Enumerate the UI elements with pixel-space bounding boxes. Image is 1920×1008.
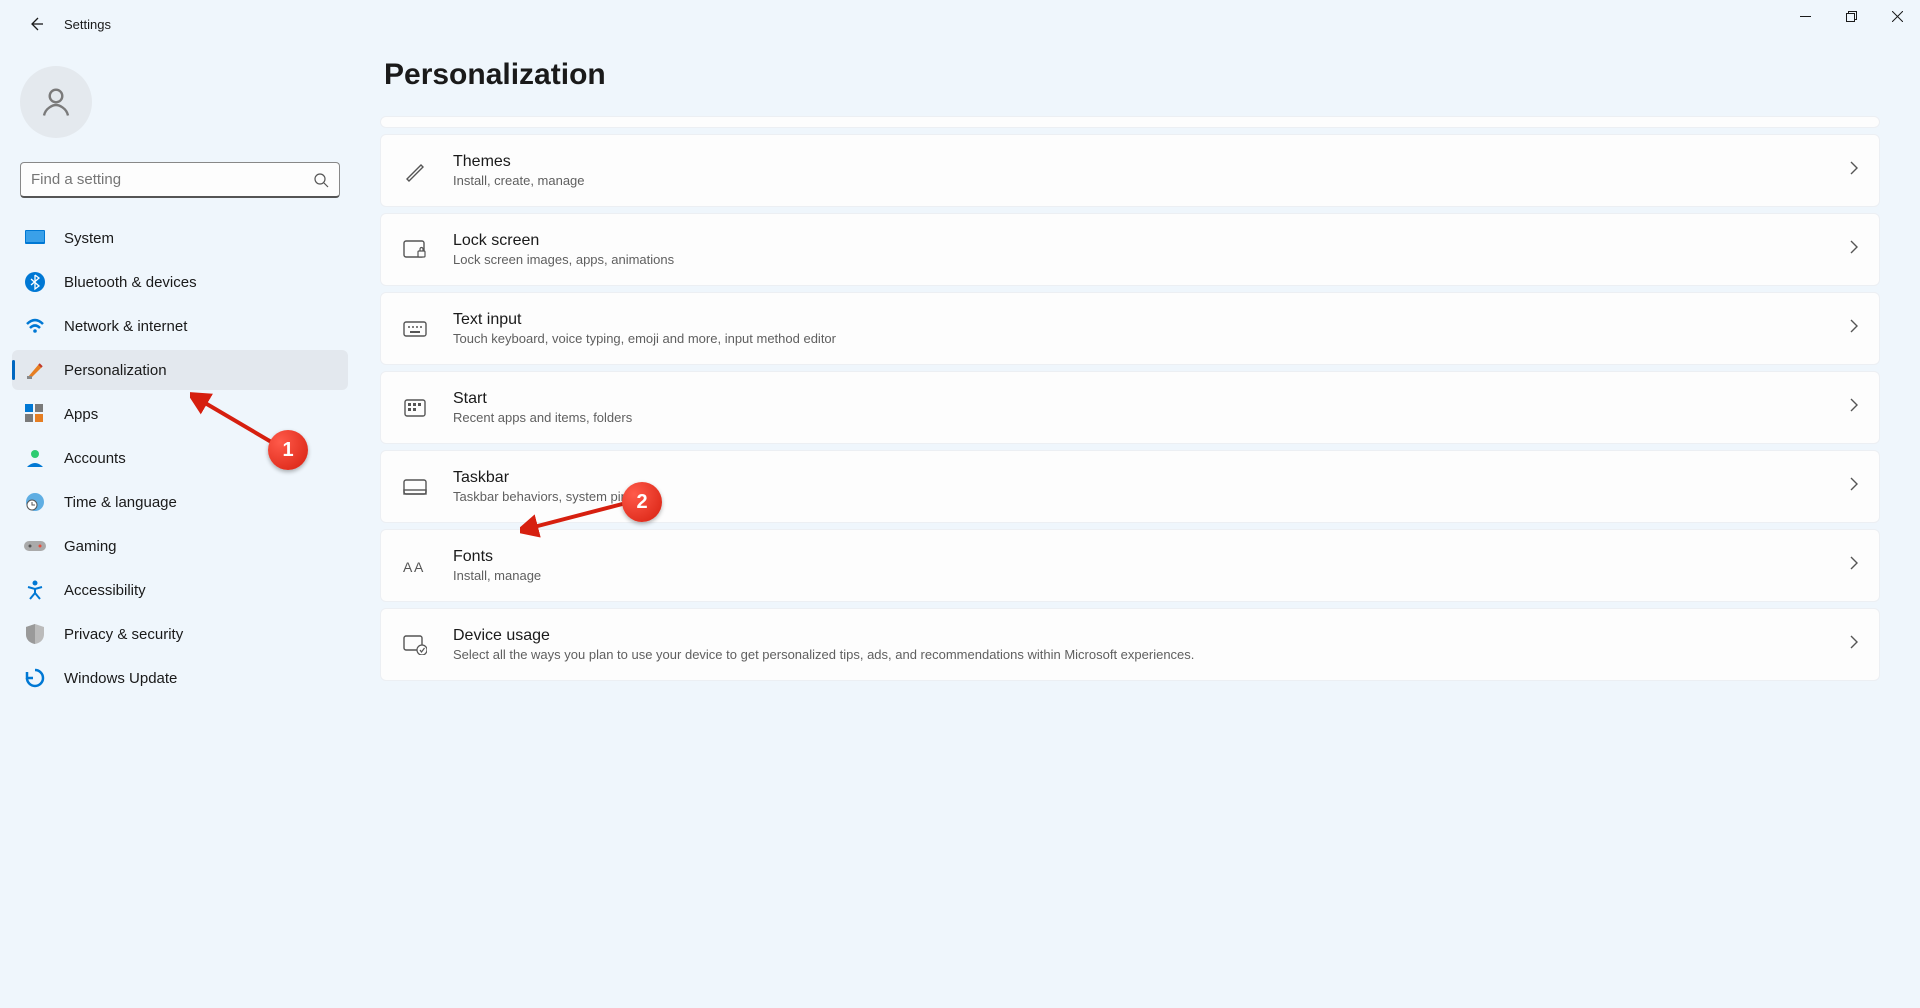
sidebar-item-label: Privacy & security bbox=[64, 626, 183, 643]
sidebar: System Bluetooth & devices Network & int… bbox=[0, 48, 360, 1008]
sidebar-item-gaming[interactable]: Gaming bbox=[12, 526, 348, 566]
card-title: Fonts bbox=[453, 548, 1849, 566]
bluetooth-icon bbox=[24, 271, 46, 293]
sidebar-item-accessibility[interactable]: Accessibility bbox=[12, 570, 348, 610]
sidebar-item-label: Bluetooth & devices bbox=[64, 274, 197, 291]
card-partial bbox=[380, 116, 1880, 128]
sidebar-item-label: Windows Update bbox=[64, 670, 177, 687]
card-title: Device usage bbox=[453, 627, 1849, 645]
card-text: Fonts Install, manage bbox=[453, 548, 1849, 583]
chevron-right-icon bbox=[1849, 477, 1859, 496]
svg-text:A: A bbox=[403, 559, 413, 575]
sidebar-item-label: Accounts bbox=[64, 450, 126, 467]
card-title: Lock screen bbox=[453, 232, 1849, 250]
start-icon bbox=[401, 394, 429, 422]
chevron-right-icon bbox=[1849, 319, 1859, 338]
app-title: Settings bbox=[64, 17, 111, 32]
user-avatar[interactable] bbox=[20, 66, 92, 138]
titlebar: Settings bbox=[0, 0, 1920, 48]
card-textinput[interactable]: Text input Touch keyboard, voice typing,… bbox=[380, 292, 1880, 365]
card-subtitle: Lock screen images, apps, animations bbox=[453, 252, 1849, 267]
monitor-icon bbox=[24, 227, 46, 249]
chevron-right-icon bbox=[1849, 240, 1859, 259]
chevron-right-icon bbox=[1849, 398, 1859, 417]
maximize-button[interactable] bbox=[1828, 0, 1874, 32]
annotation-badge-1: 1 bbox=[268, 430, 308, 470]
sidebar-item-network[interactable]: Network & internet bbox=[12, 306, 348, 346]
close-button[interactable] bbox=[1874, 0, 1920, 32]
wifi-icon bbox=[24, 315, 46, 337]
paintbrush-icon bbox=[24, 359, 46, 381]
sidebar-item-label: System bbox=[64, 230, 114, 247]
chevron-right-icon bbox=[1849, 161, 1859, 180]
card-title: Start bbox=[453, 390, 1849, 408]
sidebar-item-label: Apps bbox=[64, 406, 98, 423]
accessibility-icon bbox=[24, 579, 46, 601]
card-text: Lock screen Lock screen images, apps, an… bbox=[453, 232, 1849, 267]
person-icon bbox=[38, 84, 74, 120]
card-text: Themes Install, create, manage bbox=[453, 153, 1849, 188]
card-subtitle: Install, create, manage bbox=[453, 173, 1849, 188]
taskbar-icon bbox=[401, 473, 429, 501]
card-title: Themes bbox=[453, 153, 1849, 171]
clock-globe-icon bbox=[24, 491, 46, 513]
card-start[interactable]: Start Recent apps and items, folders bbox=[380, 371, 1880, 444]
search-icon bbox=[313, 172, 329, 188]
sidebar-item-personalization[interactable]: Personalization bbox=[12, 350, 348, 390]
shield-icon bbox=[24, 623, 46, 645]
sidebar-item-label: Time & language bbox=[64, 494, 177, 511]
sidebar-item-bluetooth[interactable]: Bluetooth & devices bbox=[12, 262, 348, 302]
card-text: Taskbar Taskbar behaviors, system pins bbox=[453, 469, 1849, 504]
device-check-icon bbox=[401, 631, 429, 659]
card-lockscreen[interactable]: Lock screen Lock screen images, apps, an… bbox=[380, 213, 1880, 286]
search-input[interactable] bbox=[31, 171, 313, 188]
back-button[interactable] bbox=[16, 4, 56, 44]
card-text: Text input Touch keyboard, voice typing,… bbox=[453, 311, 1849, 346]
back-arrow-icon bbox=[28, 16, 44, 32]
sidebar-item-label: Network & internet bbox=[64, 318, 187, 335]
card-subtitle: Taskbar behaviors, system pins bbox=[453, 489, 1849, 504]
gamepad-icon bbox=[24, 535, 46, 557]
window-controls bbox=[1782, 0, 1920, 32]
sidebar-item-label: Accessibility bbox=[64, 582, 146, 599]
card-subtitle: Select all the ways you plan to use your… bbox=[453, 647, 1849, 662]
card-themes[interactable]: Themes Install, create, manage bbox=[380, 134, 1880, 207]
update-icon bbox=[24, 667, 46, 689]
card-text: Start Recent apps and items, folders bbox=[453, 390, 1849, 425]
fonts-icon: AA bbox=[401, 552, 429, 580]
search-box[interactable] bbox=[20, 162, 340, 198]
lockscreen-icon bbox=[401, 236, 429, 264]
card-text: Device usage Select all the ways you pla… bbox=[453, 627, 1849, 662]
sidebar-item-privacy[interactable]: Privacy & security bbox=[12, 614, 348, 654]
card-subtitle: Recent apps and items, folders bbox=[453, 410, 1849, 425]
sidebar-item-label: Personalization bbox=[64, 362, 167, 379]
chevron-right-icon bbox=[1849, 635, 1859, 654]
card-title: Text input bbox=[453, 311, 1849, 329]
card-title: Taskbar bbox=[453, 469, 1849, 487]
page-title: Personalization bbox=[384, 58, 1880, 92]
card-subtitle: Touch keyboard, voice typing, emoji and … bbox=[453, 331, 1849, 346]
sidebar-item-label: Gaming bbox=[64, 538, 117, 555]
apps-icon bbox=[24, 403, 46, 425]
sidebar-item-update[interactable]: Windows Update bbox=[12, 658, 348, 698]
chevron-right-icon bbox=[1849, 556, 1859, 575]
sidebar-item-time[interactable]: Time & language bbox=[12, 482, 348, 522]
pen-icon bbox=[401, 157, 429, 185]
keyboard-icon bbox=[401, 315, 429, 343]
minimize-button[interactable] bbox=[1782, 0, 1828, 32]
card-subtitle: Install, manage bbox=[453, 568, 1849, 583]
sidebar-item-system[interactable]: System bbox=[12, 218, 348, 258]
annotation-badge-2: 2 bbox=[622, 482, 662, 522]
card-deviceusage[interactable]: Device usage Select all the ways you pla… bbox=[380, 608, 1880, 681]
svg-text:A: A bbox=[414, 559, 424, 575]
account-icon bbox=[24, 447, 46, 469]
